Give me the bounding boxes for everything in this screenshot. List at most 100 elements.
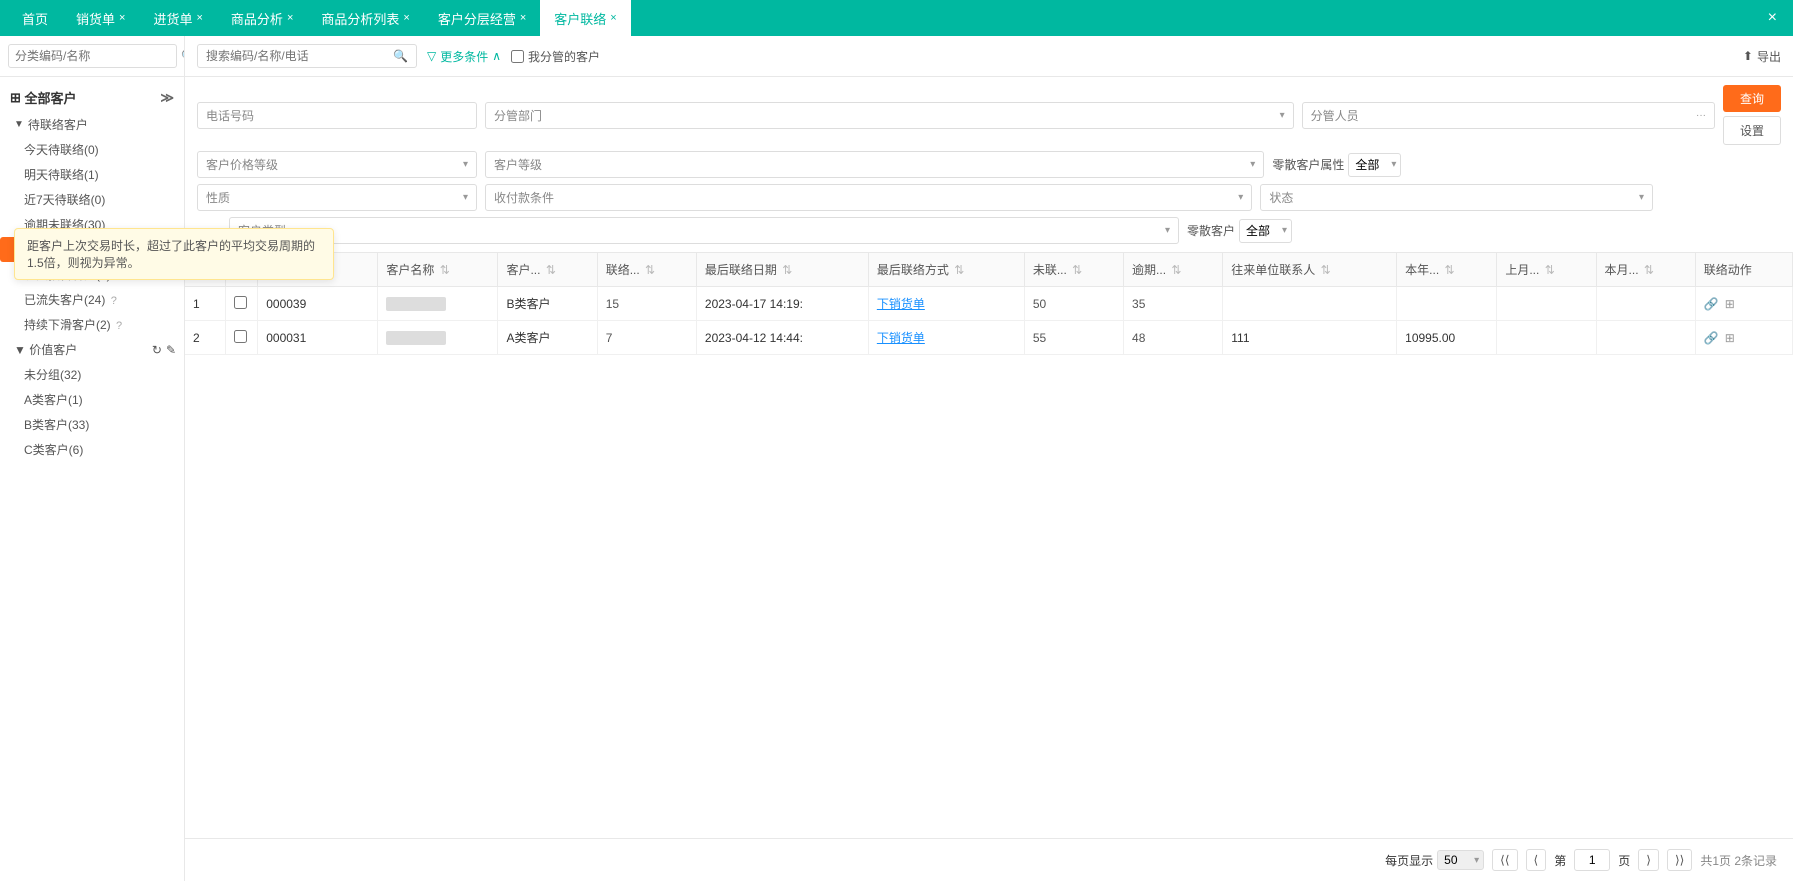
row1-action-icons: 🔗 ⊞ xyxy=(1704,297,1784,311)
row2-name-blur xyxy=(386,331,446,345)
sidebar-pending-group[interactable]: ▼ 待联络客户 xyxy=(0,112,184,137)
row2-this-month xyxy=(1596,321,1695,355)
nav-customer-tier-close[interactable]: × xyxy=(520,12,526,24)
nav-product-analysis-list[interactable]: 商品分析列表 × xyxy=(307,0,423,36)
value-group-icons: ↻ ✎ xyxy=(152,343,176,357)
payment-field[interactable]: 收付款条件 ▾ xyxy=(485,184,1252,211)
sidebar-ungroup[interactable]: 未分组(32) xyxy=(0,362,184,387)
sort-year-icon[interactable]: ⇅ xyxy=(1445,263,1455,277)
nav-sales-close[interactable]: × xyxy=(119,12,125,24)
row2-actions: 🔗 ⊞ xyxy=(1695,321,1792,355)
retail-attr-select[interactable]: 全部 xyxy=(1348,153,1401,177)
row1-method-link[interactable]: 下销货单 xyxy=(877,297,925,311)
col-this-year: 本年... ⇅ xyxy=(1397,253,1497,287)
filter-more-btn[interactable]: ▽ 更多条件 ∧ xyxy=(427,48,501,65)
sidebar-c-class[interactable]: C类客户(6) xyxy=(0,437,184,462)
page-first-btn[interactable]: ⟨⟨ xyxy=(1492,849,1517,871)
nav-home[interactable]: 首页 xyxy=(8,0,62,36)
sort-contacts-icon[interactable]: ⇅ xyxy=(1321,263,1331,277)
row1-overdue: 35 xyxy=(1124,287,1223,321)
per-page-select[interactable]: 50 20 100 xyxy=(1437,850,1484,870)
row1-select-checkbox[interactable] xyxy=(234,296,247,309)
nav-product-analysis-list-close[interactable]: × xyxy=(403,12,409,24)
sidebar-value-group[interactable]: ▼ 价值客户 ↻ ✎ xyxy=(0,337,184,362)
sort-thismonth-icon[interactable]: ⇅ xyxy=(1644,263,1654,277)
my-customer-checkbox[interactable] xyxy=(511,50,524,63)
main-layout: 🔍 ⊞ 全部客户 ≫ ▼ 待联络客户 今天待联络(0) 明天待联络(1) xyxy=(0,36,1793,881)
sort-overdue-icon[interactable]: ⇅ xyxy=(1171,263,1181,277)
row1-link-icon[interactable]: 🔗 xyxy=(1704,297,1719,311)
page-number-input[interactable] xyxy=(1574,849,1610,871)
sidebar-collapse-btn[interactable]: ≫ xyxy=(160,90,174,106)
dept-field[interactable]: 分管部门 ▾ xyxy=(485,102,1294,129)
row2-link-icon[interactable]: 🔗 xyxy=(1704,331,1719,345)
sidebar-churned[interactable]: 已流失客户(24) ? xyxy=(0,287,184,312)
row2-grid-icon[interactable]: ⊞ xyxy=(1725,331,1735,345)
row1-num: 1 xyxy=(185,287,226,321)
sort-method-icon[interactable]: ⇅ xyxy=(954,263,964,277)
refresh-icon[interactable]: ↻ xyxy=(152,343,162,357)
pending-arrow-icon: ▼ xyxy=(14,119,24,130)
page-prev-btn[interactable]: ⟨ xyxy=(1526,849,1547,871)
status-field[interactable]: 状态 ▾ xyxy=(1260,184,1653,211)
phone-field[interactable]: 电话号码 xyxy=(197,102,477,129)
sort-name-icon[interactable]: ⇅ xyxy=(440,263,450,277)
filter-icon: ▽ xyxy=(427,49,436,63)
row2-num: 2 xyxy=(185,321,226,355)
sidebar-7day-pending[interactable]: 近7天待联络(0) xyxy=(0,187,184,212)
filter-export-btn[interactable]: ⬆ 导出 xyxy=(1743,48,1781,65)
cust-level-field[interactable]: 客户等级 ▾ xyxy=(485,151,1264,178)
price-level-field[interactable]: 客户价格等级 ▾ xyxy=(197,151,477,178)
row1-checkbox xyxy=(226,287,258,321)
payment-chevron-icon: ▾ xyxy=(1238,192,1243,203)
sidebar-all-customers[interactable]: ⊞ 全部客户 ≫ xyxy=(0,83,184,112)
sort-uncontacted-icon[interactable]: ⇅ xyxy=(1072,263,1082,277)
retail-customer-select[interactable]: 全部 xyxy=(1239,219,1292,243)
nav-customer-tier[interactable]: 客户分层经营 × xyxy=(424,0,540,36)
nav-purchase-close[interactable]: × xyxy=(196,12,202,24)
filter-search-input[interactable] xyxy=(206,49,393,63)
row2-contact-count: 7 xyxy=(597,321,696,355)
sort-lastmonth-icon[interactable]: ⇅ xyxy=(1545,263,1555,277)
nav-purchase[interactable]: 进货单 × xyxy=(139,0,216,36)
sidebar-declining[interactable]: 持续下滑客户(2) ? xyxy=(0,312,184,337)
cust-type-field[interactable]: 客户类型 ▾ xyxy=(229,217,1179,244)
gender-field[interactable]: 性质 ▾ xyxy=(197,184,477,211)
nav-sales[interactable]: 销货单 × xyxy=(62,0,139,36)
page-last-btn[interactable]: ⟩⟩ xyxy=(1667,849,1692,871)
pagination: 每页显示 50 20 100 ⟨⟨ ⟨ 第 页 ⟩ ⟩⟩ 共1页 2条记录 xyxy=(185,838,1793,881)
table-area: ⚙ 客户编码 ⇅ 客户名称 ⇅ 客户... xyxy=(185,253,1793,838)
row1-grid-icon[interactable]: ⊞ xyxy=(1725,297,1735,311)
edit-icon[interactable]: ✎ xyxy=(166,343,176,357)
row1-this-year xyxy=(1397,287,1497,321)
sort-date-icon[interactable]: ⇅ xyxy=(782,263,792,277)
sidebar-tomorrow-pending[interactable]: 明天待联络(1) xyxy=(0,162,184,187)
churned-icon: ? xyxy=(111,295,117,307)
retail-attr-filter: 零散客户属性 全部 xyxy=(1272,153,1653,177)
settings-button[interactable]: 设置 xyxy=(1723,116,1781,145)
price-level-chevron-icon: ▾ xyxy=(463,159,468,170)
row1-this-month xyxy=(1596,287,1695,321)
filter-search-icon[interactable]: 🔍 xyxy=(393,49,408,63)
row2-last-month xyxy=(1497,321,1596,355)
nav-customer-contact-close[interactable]: × xyxy=(610,12,616,24)
nav-product-analysis-close[interactable]: × xyxy=(287,12,293,24)
close-all-button[interactable]: × xyxy=(1760,9,1785,27)
row2-overdue: 48 xyxy=(1124,321,1223,355)
sidebar-search-input[interactable] xyxy=(8,44,177,68)
sidebar-a-class[interactable]: A类客户(1) xyxy=(0,387,184,412)
nav-customer-contact[interactable]: 客户联络 × xyxy=(540,0,630,36)
sort-type-icon[interactable]: ⇅ xyxy=(546,263,556,277)
sidebar-today-pending[interactable]: 今天待联络(0) xyxy=(0,137,184,162)
sort-contact-icon[interactable]: ⇅ xyxy=(645,263,655,277)
nav-product-analysis[interactable]: 商品分析 × xyxy=(217,0,307,36)
filter-my-customer[interactable]: 我分管的客户 xyxy=(511,48,600,65)
page-next-btn[interactable]: ⟩ xyxy=(1638,849,1659,871)
sidebar-b-class[interactable]: B类客户(33) xyxy=(0,412,184,437)
row2-select-checkbox[interactable] xyxy=(234,330,247,343)
col-last-contact-date: 最后联络日期 ⇅ xyxy=(696,253,868,287)
query-button[interactable]: 查询 xyxy=(1723,85,1781,112)
row1-last-date: 2023-04-17 14:19: xyxy=(696,287,868,321)
person-field[interactable]: 分管人员 ··· xyxy=(1302,102,1715,129)
row2-method-link[interactable]: 下销货单 xyxy=(877,331,925,345)
